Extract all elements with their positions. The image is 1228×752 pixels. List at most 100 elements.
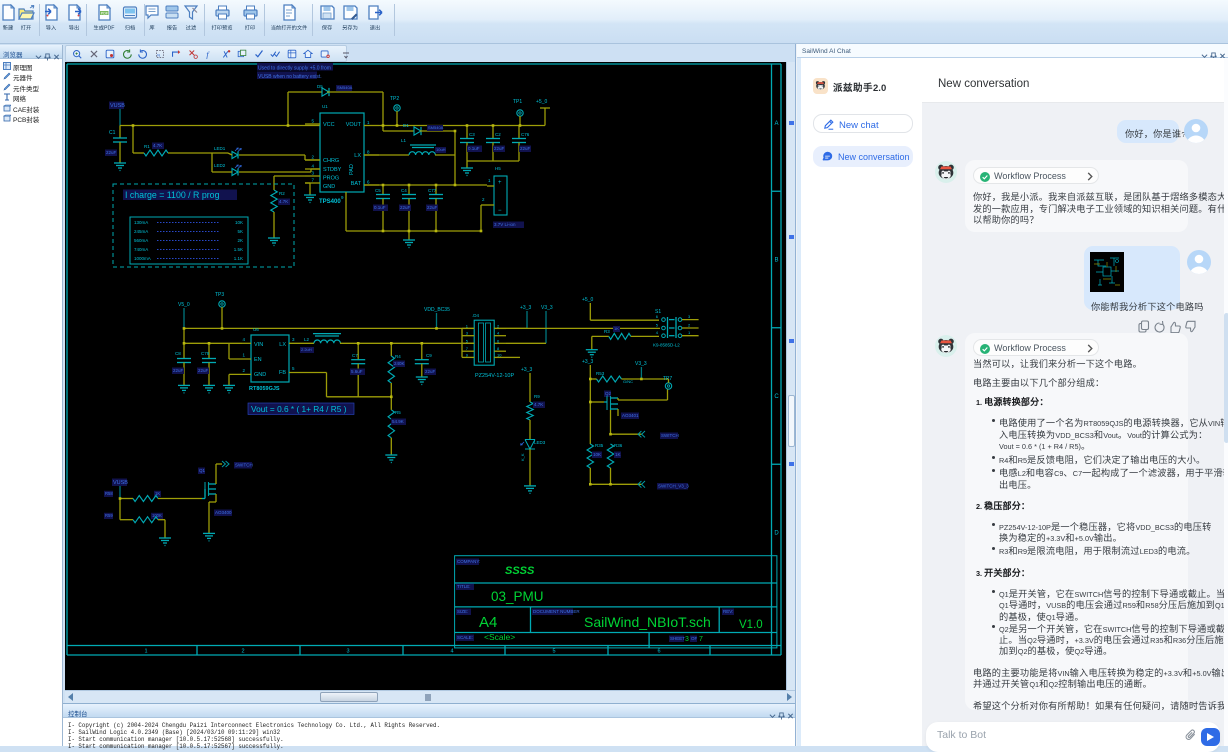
svg-text:A4: A4 <box>479 614 497 631</box>
svg-text:9: 9 <box>341 195 344 200</box>
svg-text:EN: EN <box>254 357 262 363</box>
svg-text:03_PMU: 03_PMU <box>491 589 544 604</box>
svg-text:A: A <box>774 121 778 127</box>
svg-text:4: 4 <box>311 164 314 169</box>
svg-text:2.2uH: 2.2uH <box>301 347 312 352</box>
svg-text:VCC: VCC <box>323 122 335 128</box>
svg-text:C7: C7 <box>352 353 358 358</box>
svg-text:2: 2 <box>242 368 245 373</box>
svg-text:VUSB when no battery exist.: VUSB when no battery exist. <box>258 74 322 80</box>
svg-text:4.7K: 4.7K <box>534 402 543 407</box>
svg-text:22uF: 22uF <box>198 368 209 373</box>
svg-text:+3_3: +3_3 <box>582 359 593 365</box>
svg-text:3: 3 <box>466 331 469 336</box>
svg-text:R53: R53 <box>596 371 605 376</box>
svg-text:BAT: BAT <box>351 181 362 187</box>
svg-text:54.9K: 54.9K <box>392 419 404 424</box>
svg-text:SM540A: SM540A <box>337 85 353 90</box>
svg-text:R58: R58 <box>105 491 113 496</box>
svg-text:C8: C8 <box>175 351 181 356</box>
svg-text:DOCUMENT NUMBER: DOCUMENT NUMBER <box>533 609 580 614</box>
svg-text:f: f <box>206 49 210 59</box>
svg-text:560mA: 560mA <box>134 238 148 243</box>
svg-text:COMPANY:: COMPANY: <box>457 559 480 564</box>
svg-text:1: 1 <box>144 649 147 655</box>
svg-text:10K: 10K <box>235 220 243 225</box>
svg-text:CHRG: CHRG <box>323 158 339 164</box>
svg-text:L1: L1 <box>401 138 407 143</box>
svg-text:PROG: PROG <box>323 176 339 182</box>
svg-text:R5: R5 <box>395 410 401 415</box>
svg-text:SWITCH: SWITCH <box>235 463 253 468</box>
svg-text:TP2: TP2 <box>390 96 399 102</box>
svg-text:22uF: 22uF <box>427 205 438 210</box>
svg-text:R2: R2 <box>279 191 285 196</box>
svg-text:VUSB: VUSB <box>110 103 125 109</box>
svg-text:VDD_BC35: VDD_BC35 <box>424 307 450 313</box>
svg-text:10K: 10K <box>593 452 601 457</box>
svg-text:VUSB: VUSB <box>113 480 128 486</box>
svg-text:2: 2 <box>482 197 485 202</box>
svg-text:TP7: TP7 <box>663 376 672 382</box>
svg-text:130mA: 130mA <box>134 220 148 225</box>
svg-text:3: 3 <box>685 636 689 643</box>
svg-text:C2: C2 <box>495 132 501 137</box>
svg-text:.D4: .D4 <box>472 313 480 318</box>
svg-text:SailWind_NBIoT.sch: SailWind_NBIoT.sch <box>584 614 711 630</box>
svg-text:0.1uF: 0.1uF <box>374 205 386 210</box>
svg-text:4: 4 <box>497 331 500 336</box>
svg-text:4.7K: 4.7K <box>279 199 288 204</box>
svg-text:22uF: 22uF <box>425 369 436 374</box>
svg-text:10uH: 10uH <box>436 147 446 152</box>
svg-text:SWITCH_V3_3: SWITCH_V3_3 <box>658 484 689 489</box>
svg-text:C3: C3 <box>469 132 475 137</box>
svg-text:C77: C77 <box>428 188 437 193</box>
svg-text:AO3401: AO3401 <box>622 413 639 418</box>
svg-text:3: 3 <box>311 171 314 176</box>
svg-text:C1: C1 <box>109 130 116 136</box>
svg-text:240K: 240K <box>394 361 405 366</box>
svg-text:5: 5 <box>292 366 295 371</box>
svg-text:+3_3: +3_3 <box>521 367 532 373</box>
svg-text:V5_0: V5_0 <box>178 302 190 308</box>
svg-text:10: 10 <box>497 352 502 357</box>
svg-text:U1: U1 <box>322 104 328 109</box>
svg-text:D: D <box>774 531 779 537</box>
svg-text:R1: R1 <box>144 144 150 149</box>
svg-text:FB: FB <box>279 370 286 376</box>
svg-text:LED3: LED3 <box>534 440 546 445</box>
svg-text:22uF: 22uF <box>494 146 505 151</box>
svg-text:K9-8585D-L2: K9-8585D-L2 <box>653 343 680 348</box>
svg-text:9: 9 <box>466 352 469 357</box>
svg-text:5.6uF: 5.6uF <box>351 369 363 374</box>
svg-text:3: 3 <box>292 337 295 342</box>
svg-text:1: 1 <box>688 330 691 335</box>
svg-text:LED2: LED2 <box>214 163 226 168</box>
svg-text:1K: 1K <box>615 452 621 457</box>
svg-text:GND: GND <box>254 372 266 378</box>
svg-text:22uF: 22uF <box>173 368 184 373</box>
svg-text:5: 5 <box>552 649 555 655</box>
svg-text:VOUT: VOUT <box>346 122 362 128</box>
svg-text:0.1uF: 0.1uF <box>468 146 480 151</box>
svg-text:2: 2 <box>311 155 314 160</box>
svg-text:REV:: REV: <box>723 609 733 614</box>
svg-text:7: 7 <box>466 346 469 351</box>
svg-text:R35: R35 <box>595 443 604 448</box>
svg-text:740mA: 740mA <box>134 247 148 252</box>
svg-text:TPS400: TPS400 <box>319 199 341 205</box>
svg-text:G/NC: G/NC <box>623 379 633 384</box>
svg-text:LED1: LED1 <box>214 146 226 151</box>
svg-text:C: C <box>774 394 779 400</box>
svg-text:4: 4 <box>450 649 453 655</box>
svg-text:D5: D5 <box>317 84 323 89</box>
svg-text:22uF: 22uF <box>520 146 531 151</box>
svg-text:2: 2 <box>497 323 500 328</box>
svg-text:8: 8 <box>367 150 370 155</box>
svg-text:<Scale>: <Scale> <box>484 632 515 642</box>
svg-text:6: 6 <box>367 180 370 185</box>
svg-text:AO3400: AO3400 <box>215 510 232 515</box>
svg-text:5: 5 <box>656 323 659 328</box>
svg-text:H5: H5 <box>495 166 501 171</box>
svg-text:STDBY: STDBY <box>323 167 342 173</box>
